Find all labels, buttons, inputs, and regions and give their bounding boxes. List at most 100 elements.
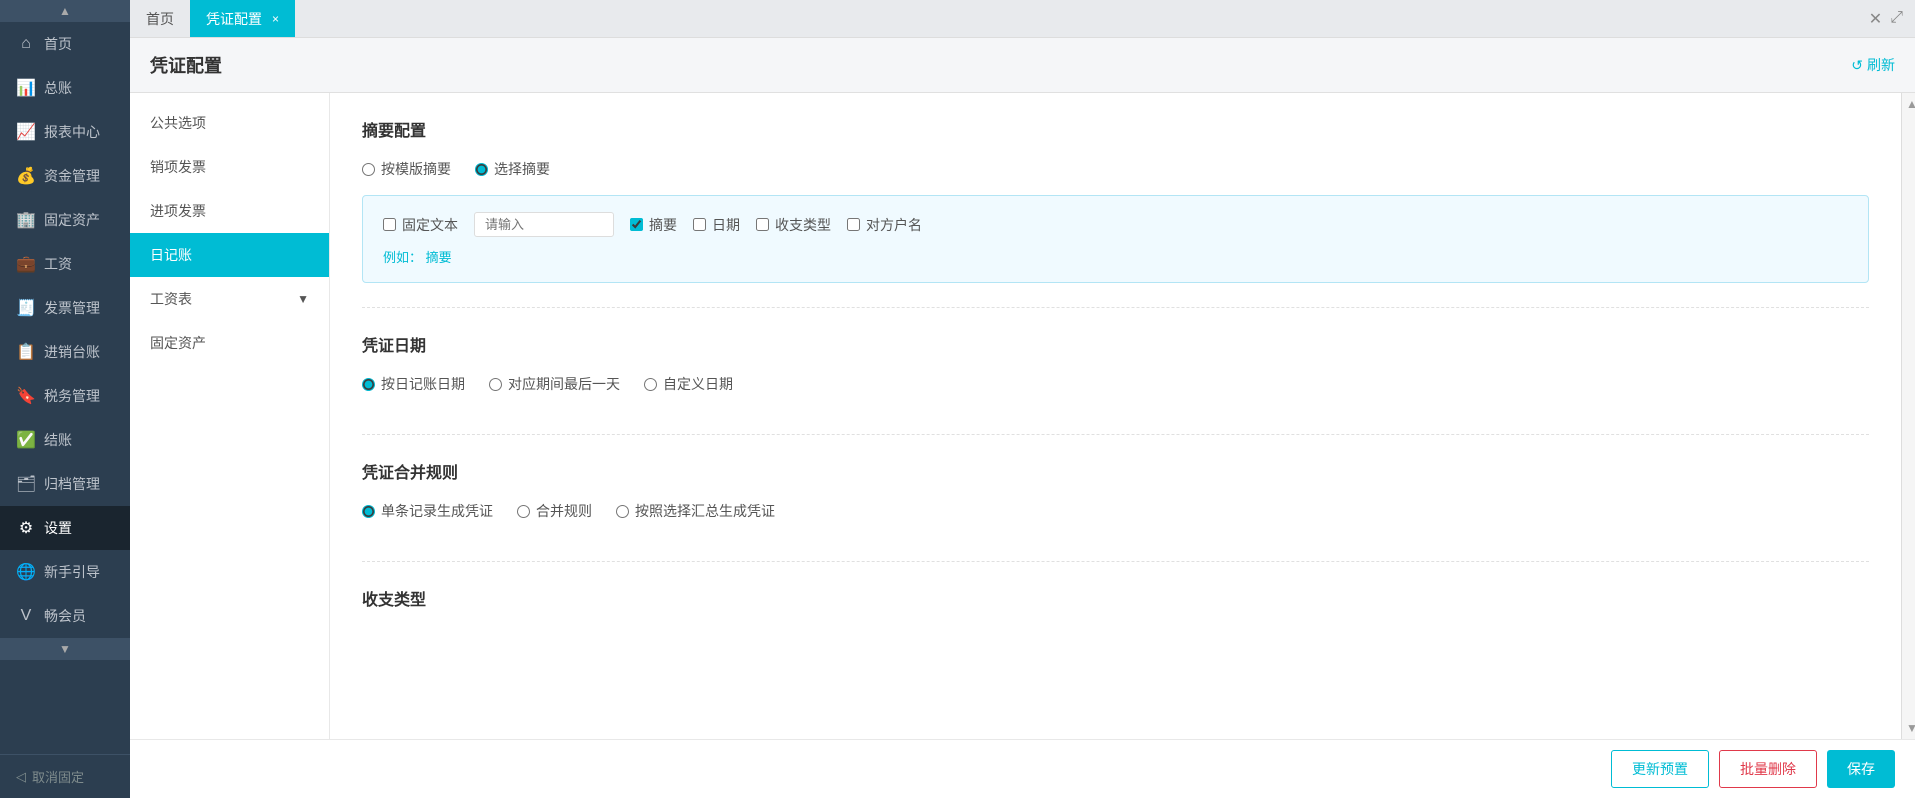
nav-item-payroll-table[interactable]: 工资表 ▼ xyxy=(130,277,329,321)
sidebar-item-reports[interactable]: 📈 报表中心 xyxy=(0,110,130,154)
nav-item-sales-invoice[interactable]: 销项发票 xyxy=(130,145,329,189)
sidebar-item-assets[interactable]: 🏢 固定资产 xyxy=(0,198,130,242)
counterpart-checkbox-option[interactable]: 对方户名 xyxy=(847,215,922,235)
counterpart-checkbox[interactable] xyxy=(847,218,860,231)
custom-date-option[interactable]: 自定义日期 xyxy=(644,374,733,394)
nav-item-purchase-invoice[interactable]: 进项发票 xyxy=(130,189,329,233)
by-journal-date-radio[interactable] xyxy=(362,378,375,391)
sidebar-item-member[interactable]: V 畅会员 xyxy=(0,594,130,638)
sidebar-item-sales-ledger[interactable]: 📋 进销台账 xyxy=(0,330,130,374)
scroll-down-arrow[interactable]: ▼ xyxy=(1902,717,1915,739)
sidebar-item-archive[interactable]: 🗂 归档管理 xyxy=(0,462,130,506)
tab-home[interactable]: 首页 xyxy=(130,0,190,37)
template-mode-option[interactable]: 按模版摘要 xyxy=(362,159,451,179)
tab-close-button[interactable]: × xyxy=(272,12,279,26)
voucher-date-title: 凭证日期 xyxy=(362,332,1869,356)
summary-mode-row: 按模版摘要 选择摘要 xyxy=(362,159,1869,179)
window-controls: ✕ ⤢ xyxy=(1869,9,1915,29)
sidebar-item-ledger[interactable]: 📊 总账 xyxy=(0,66,130,110)
bottom-actions: 更新预置 批量删除 保存 xyxy=(130,739,1915,798)
salary-icon: 💼 xyxy=(16,254,36,274)
select-mode-radio[interactable] xyxy=(475,163,488,176)
sales-ledger-icon: 📋 xyxy=(16,342,36,362)
sidebar-item-salary[interactable]: 💼 工资 xyxy=(0,242,130,286)
income-type-title: 收支类型 xyxy=(362,586,1869,610)
nav-item-public-options[interactable]: 公共选项 xyxy=(130,101,329,145)
sidebar-item-invoice-mgmt[interactable]: 🧾 发票管理 xyxy=(0,286,130,330)
content-body: 公共选项 销项发票 进项发票 日记账 工资表 ▼ 固定资产 摘要配置 xyxy=(130,93,1915,739)
summary-checkbox[interactable] xyxy=(630,218,643,231)
custom-date-radio[interactable] xyxy=(644,378,657,391)
tab-voucher-config[interactable]: 凭证配置 × xyxy=(190,0,295,37)
summary-checkboxes-row: 固定文本 摘要 日期 收支类型 xyxy=(383,212,1848,237)
by-selection-option[interactable]: 按照选择汇总生成凭证 xyxy=(616,501,775,521)
invoice-mgmt-icon: 🧾 xyxy=(16,298,36,318)
fixed-text-input[interactable] xyxy=(474,212,614,237)
save-button[interactable]: 保存 xyxy=(1827,750,1895,788)
summary-config-title: 摘要配置 xyxy=(362,117,1869,141)
voucher-merge-title: 凭证合并规则 xyxy=(362,459,1869,483)
merge-rule-radio[interactable] xyxy=(517,505,530,518)
funds-icon: 💰 xyxy=(16,166,36,186)
by-journal-date-option[interactable]: 按日记账日期 xyxy=(362,374,465,394)
voucher-merge-options-row: 单条记录生成凭证 合并规则 按照选择汇总生成凭证 xyxy=(362,501,1869,521)
close-icon[interactable]: ✕ xyxy=(1869,9,1882,29)
fixed-text-option[interactable]: 固定文本 xyxy=(383,215,458,235)
sidebar-item-settings[interactable]: ⚙ 设置 xyxy=(0,506,130,550)
refresh-icon: ↺ xyxy=(1851,57,1863,74)
assets-icon: 🏢 xyxy=(16,210,36,230)
sidebar-scroll-down[interactable]: ▼ xyxy=(0,638,130,660)
archive-icon: 🗂 xyxy=(16,474,36,494)
member-icon: V xyxy=(16,607,36,625)
unpin-button[interactable]: ◁ 取消固定 xyxy=(0,754,130,798)
income-type-checkbox[interactable] xyxy=(756,218,769,231)
sidebar-item-funds[interactable]: 💰 资金管理 xyxy=(0,154,130,198)
tab-bar: 首页 凭证配置 × ✕ ⤢ xyxy=(130,0,1915,38)
settings-icon: ⚙ xyxy=(16,518,36,538)
content-header: 凭证配置 ↺ 刷新 xyxy=(130,38,1915,93)
summary-config-box: 固定文本 摘要 日期 收支类型 xyxy=(362,195,1869,283)
expand-icon[interactable]: ⤢ xyxy=(1890,9,1903,29)
sidebar-item-guide[interactable]: 🌐 新手引导 xyxy=(0,550,130,594)
tax-mgmt-icon: 🔖 xyxy=(16,386,36,406)
merge-rule-option[interactable]: 合并规则 xyxy=(517,501,592,521)
nav-item-journal[interactable]: 日记账 xyxy=(130,233,329,277)
last-day-radio[interactable] xyxy=(489,378,502,391)
scroll-track: ▲ ▼ xyxy=(1901,93,1915,739)
income-type-section: 收支类型 xyxy=(362,586,1869,652)
sidebar-item-settlement[interactable]: ✅ 结账 xyxy=(0,418,130,462)
right-content: 摘要配置 按模版摘要 选择摘要 固定文本 xyxy=(330,93,1901,739)
date-checkbox[interactable] xyxy=(693,218,706,231)
summary-checkbox-option[interactable]: 摘要 xyxy=(630,215,677,235)
income-type-checkbox-option[interactable]: 收支类型 xyxy=(756,215,831,235)
page-title: 凭证配置 xyxy=(150,52,222,78)
guide-icon: 🌐 xyxy=(16,562,36,582)
settlement-icon: ✅ xyxy=(16,430,36,450)
home-icon: ⌂ xyxy=(16,35,36,53)
update-preview-button[interactable]: 更新预置 xyxy=(1611,750,1709,788)
voucher-merge-section: 凭证合并规则 单条记录生成凭证 合并规则 按照选择汇总生成凭证 xyxy=(362,459,1869,562)
scroll-up-arrow[interactable]: ▲ xyxy=(1902,93,1915,115)
single-record-radio[interactable] xyxy=(362,505,375,518)
chevron-down-icon: ▼ xyxy=(297,292,309,306)
ledger-icon: 📊 xyxy=(16,78,36,98)
voucher-date-section: 凭证日期 按日记账日期 对应期间最后一天 自定义日期 xyxy=(362,332,1869,435)
by-selection-radio[interactable] xyxy=(616,505,629,518)
left-nav: 公共选项 销项发票 进项发票 日记账 工资表 ▼ 固定资产 xyxy=(130,93,330,739)
last-day-option[interactable]: 对应期间最后一天 xyxy=(489,374,620,394)
sidebar-item-tax-mgmt[interactable]: 🔖 税务管理 xyxy=(0,374,130,418)
pin-icon: ◁ xyxy=(16,769,26,785)
fixed-text-checkbox[interactable] xyxy=(383,218,396,231)
refresh-button[interactable]: ↺ 刷新 xyxy=(1851,55,1895,75)
voucher-date-options-row: 按日记账日期 对应期间最后一天 自定义日期 xyxy=(362,374,1869,394)
single-record-option[interactable]: 单条记录生成凭证 xyxy=(362,501,493,521)
date-checkbox-option[interactable]: 日期 xyxy=(693,215,740,235)
sidebar-item-home[interactable]: ⌂ 首页 xyxy=(0,22,130,66)
summary-config-section: 摘要配置 按模版摘要 选择摘要 固定文本 xyxy=(362,117,1869,308)
sidebar-scroll-up[interactable]: ▲ xyxy=(0,0,130,22)
sidebar: ▲ ⌂ 首页 📊 总账 📈 报表中心 💰 资金管理 🏢 固定资产 💼 工资 🧾 … xyxy=(0,0,130,798)
nav-item-fixed-assets[interactable]: 固定资产 xyxy=(130,321,329,365)
select-mode-option[interactable]: 选择摘要 xyxy=(475,159,550,179)
template-mode-radio[interactable] xyxy=(362,163,375,176)
batch-delete-button[interactable]: 批量删除 xyxy=(1719,750,1817,788)
